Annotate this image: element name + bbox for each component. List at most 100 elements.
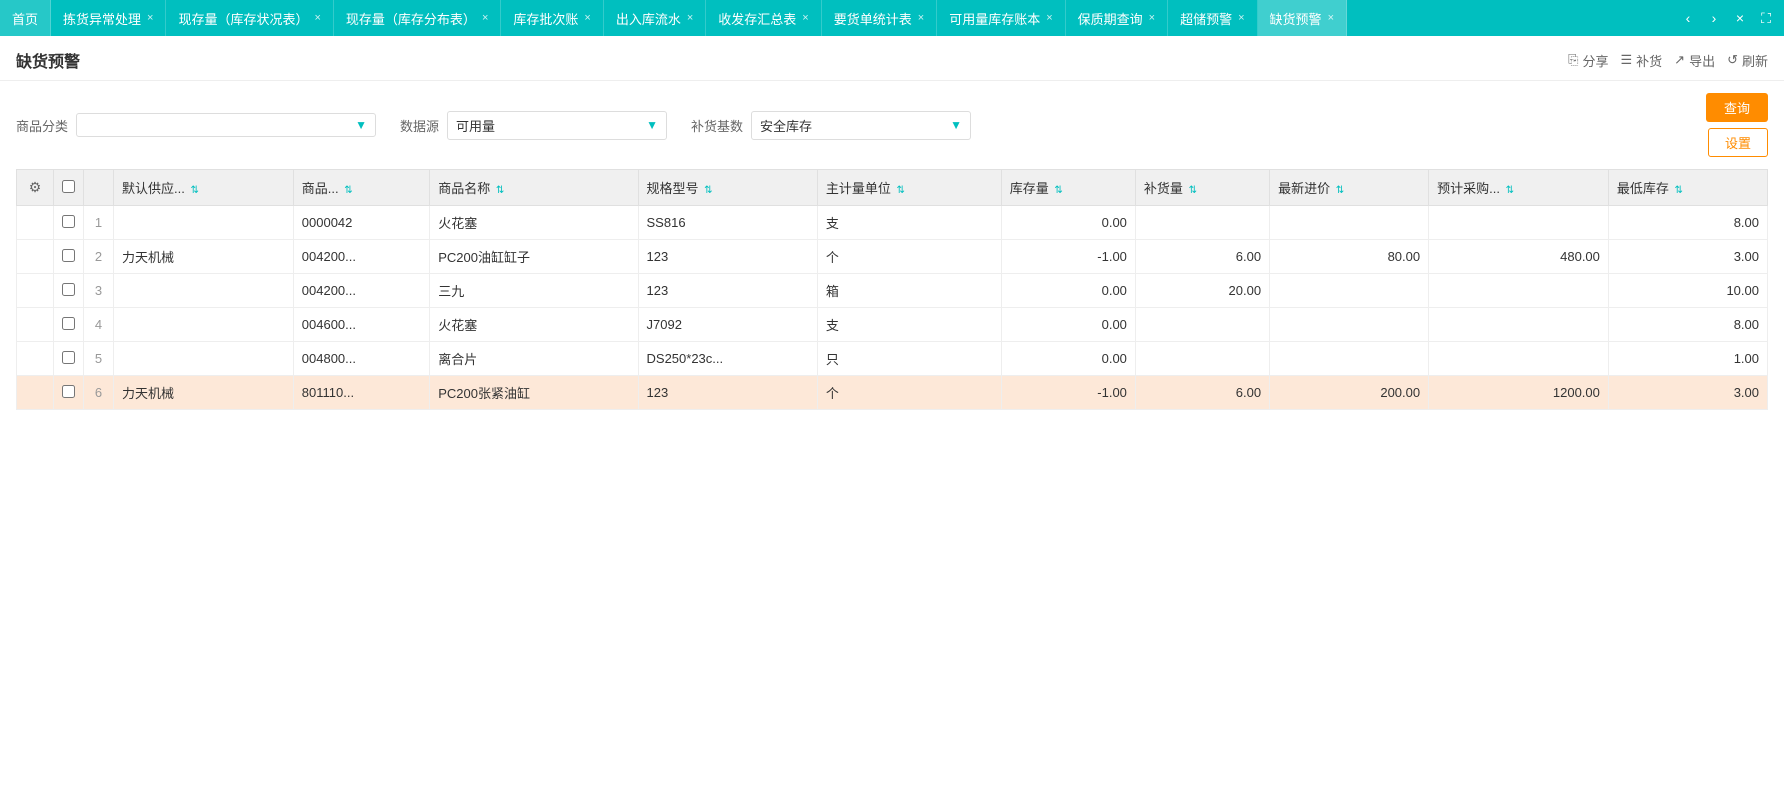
row-checkbox-cell[interactable] (54, 274, 84, 308)
row-settings-cell (17, 274, 54, 308)
row-checkbox-cell[interactable] (54, 342, 84, 376)
nav-tab-shortage[interactable]: 缺货预警 × (1258, 0, 1347, 36)
nav-tab-flow[interactable]: 出入库流水 × (604, 0, 706, 36)
page-title: 缺货预警 (16, 48, 80, 72)
nav-prev-button[interactable]: ‹ (1676, 6, 1700, 30)
nav-next-button[interactable]: › (1702, 6, 1726, 30)
nav-tab-inventory-dist-close[interactable]: × (482, 12, 488, 24)
row-checkbox[interactable] (62, 249, 75, 262)
col-replenish[interactable]: 补货量 ⇅ (1135, 170, 1269, 206)
row-checkbox[interactable] (62, 317, 75, 330)
data-table: ⚙ 默认供应... ⇅ 商品... ⇅ 商品名称 (16, 169, 1768, 410)
table-row: 1 0000042 火花塞 SS816 支 0.00 8.00 (17, 206, 1768, 240)
row-stock: -1.00 (1001, 376, 1135, 410)
row-est-purchase (1429, 342, 1609, 376)
row-spec: 123 (638, 376, 817, 410)
nav-tab-inventory-status[interactable]: 现存量（库存状况表） × (166, 0, 333, 36)
nav-tab-home[interactable]: 首页 (0, 0, 51, 36)
select-all-checkbox[interactable] (62, 180, 75, 193)
col-product-name[interactable]: 商品名称 ⇅ (430, 170, 638, 206)
top-navigation: 首页 拣货异常处理 × 现存量（库存状况表） × 现存量（库存分布表） × 库存… (0, 0, 1784, 36)
col-replenish-sort: ⇅ (1189, 185, 1197, 196)
col-checkbox-all[interactable] (54, 170, 84, 206)
row-checkbox[interactable] (62, 283, 75, 296)
nav-tab-inventory-dist[interactable]: 现存量（库存分布表） × (334, 0, 501, 36)
category-select[interactable]: ▼ (76, 113, 376, 137)
settings-button[interactable]: 设置 (1708, 128, 1768, 157)
category-label: 商品分类 (16, 116, 68, 135)
table-row: 3 004200... 三九 123 箱 0.00 20.00 10.00 (17, 274, 1768, 308)
nav-tab-summary-close[interactable]: × (802, 12, 808, 24)
share-button[interactable]: ⎘ 分享 (1568, 51, 1608, 70)
col-product-code[interactable]: 商品... ⇅ (293, 170, 429, 206)
row-checkbox[interactable] (62, 385, 75, 398)
row-product-name: 火花塞 (430, 206, 638, 240)
nav-tab-flow-close[interactable]: × (687, 12, 693, 24)
column-settings-icon[interactable]: ⚙ (25, 178, 45, 198)
nav-tab-shortage-close[interactable]: × (1328, 12, 1334, 24)
col-spec[interactable]: 规格型号 ⇅ (638, 170, 817, 206)
nav-tab-picking-label: 拣货异常处理 (63, 9, 141, 28)
row-checkbox[interactable] (62, 215, 75, 228)
row-product-code: 004800... (293, 342, 429, 376)
row-checkbox-cell[interactable] (54, 308, 84, 342)
nav-tab-picking-close[interactable]: × (147, 12, 153, 24)
row-unit: 支 (817, 206, 1001, 240)
replenish-label: 补货 (1636, 51, 1662, 70)
row-spec: J7092 (638, 308, 817, 342)
col-min-stock-label: 最低库存 (1617, 181, 1669, 196)
row-product-code: 004200... (293, 274, 429, 308)
col-est-purchase[interactable]: 预计采购... ⇅ (1429, 170, 1609, 206)
replenish-base-select[interactable]: 安全库存 ▼ (751, 111, 971, 140)
nav-tab-batch[interactable]: 库存批次账 × (501, 0, 603, 36)
row-spec: DS250*23c... (638, 342, 817, 376)
datasource-select[interactable]: 可用量 ▼ (447, 111, 667, 140)
nav-fullscreen-button[interactable]: ⛶ (1754, 6, 1778, 30)
row-checkbox[interactable] (62, 351, 75, 364)
col-product-name-label: 商品名称 (438, 181, 490, 196)
nav-tab-batch-close[interactable]: × (584, 12, 590, 24)
nav-tab-available[interactable]: 可用量库存账本 × (937, 0, 1065, 36)
query-button[interactable]: 查询 (1706, 93, 1768, 122)
row-unit: 个 (817, 240, 1001, 274)
row-product-code: 004600... (293, 308, 429, 342)
col-stock[interactable]: 库存量 ⇅ (1001, 170, 1135, 206)
nav-tab-inventory-status-close[interactable]: × (314, 12, 320, 24)
col-spec-label: 规格型号 (647, 181, 699, 196)
col-latest-price[interactable]: 最新进价 ⇅ (1270, 170, 1429, 206)
col-default-supplier-sort: ⇅ (190, 185, 198, 196)
row-checkbox-cell[interactable] (54, 206, 84, 240)
nav-tab-requisition-close[interactable]: × (918, 12, 924, 24)
category-filter: 商品分类 ▼ (16, 113, 376, 137)
col-unit[interactable]: 主计量单位 ⇅ (817, 170, 1001, 206)
col-spec-sort: ⇅ (704, 185, 712, 196)
nav-tab-expiry-close[interactable]: × (1149, 12, 1155, 24)
category-arrow-icon: ▼ (355, 118, 367, 132)
nav-tab-expiry[interactable]: 保质期查询 × (1066, 0, 1168, 36)
nav-tab-requisition[interactable]: 要货单统计表 × (822, 0, 937, 36)
nav-tab-summary[interactable]: 收发存汇总表 × (706, 0, 821, 36)
col-settings[interactable]: ⚙ (17, 170, 54, 206)
nav-tab-overstock-close[interactable]: × (1238, 12, 1244, 24)
row-product-name: PC200油缸缸子 (430, 240, 638, 274)
col-default-supplier[interactable]: 默认供应... ⇅ (114, 170, 294, 206)
row-replenish: 6.00 (1135, 240, 1269, 274)
share-label: 分享 (1582, 51, 1608, 70)
nav-close-button[interactable]: × (1728, 6, 1752, 30)
filter-actions: 查询 设置 (1706, 93, 1768, 157)
nav-tab-overstock[interactable]: 超储预警 × (1168, 0, 1257, 36)
col-min-stock[interactable]: 最低库存 ⇅ (1608, 170, 1767, 206)
row-product-name: PC200张紧油缸 (430, 376, 638, 410)
row-checkbox-cell[interactable] (54, 376, 84, 410)
table-row: 2 力天机械 004200... PC200油缸缸子 123 个 -1.00 6… (17, 240, 1768, 274)
col-product-code-sort: ⇅ (344, 185, 352, 196)
replenish-button[interactable]: ☰ 补货 (1620, 51, 1662, 70)
row-checkbox-cell[interactable] (54, 240, 84, 274)
row-stock: 0.00 (1001, 206, 1135, 240)
nav-tab-picking[interactable]: 拣货异常处理 × (51, 0, 166, 36)
refresh-button[interactable]: ↺ 刷新 (1727, 51, 1768, 70)
row-latest-price (1270, 342, 1429, 376)
nav-controls: ‹ › × ⛶ (1670, 6, 1784, 30)
export-button[interactable]: ↗ 导出 (1674, 51, 1715, 70)
nav-tab-available-close[interactable]: × (1046, 12, 1052, 24)
